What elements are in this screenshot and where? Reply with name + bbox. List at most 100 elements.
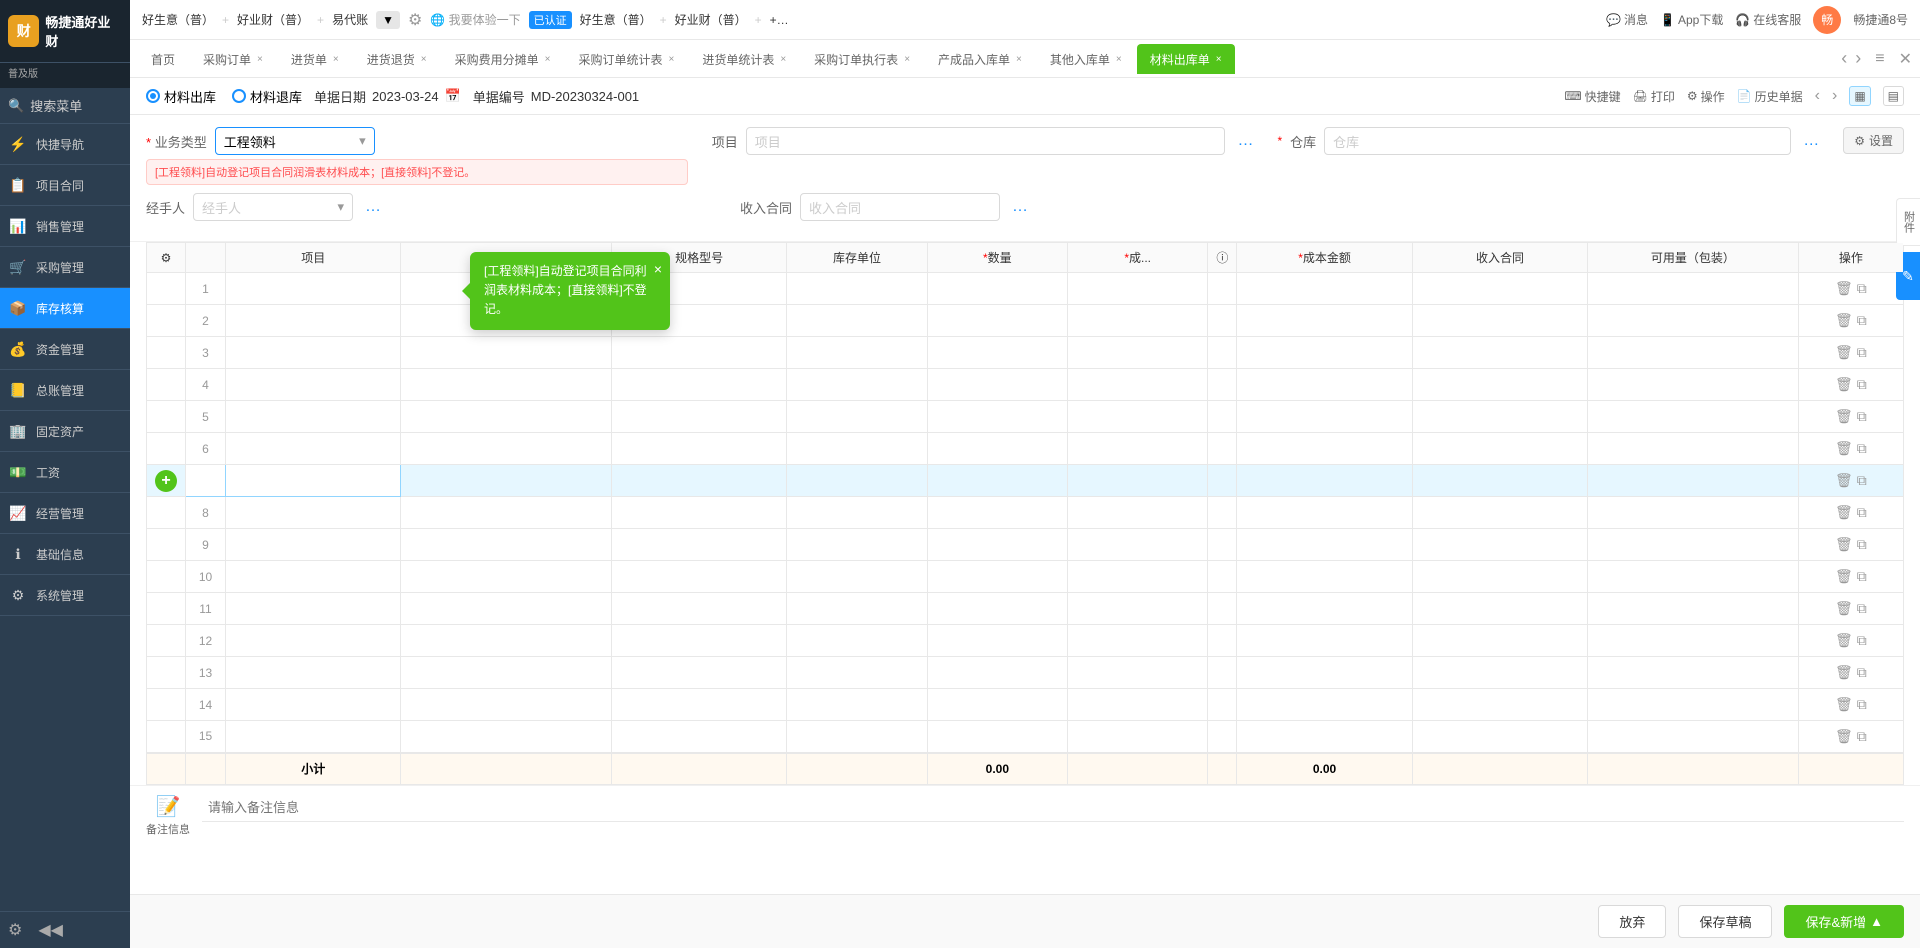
delete-row-5-btn[interactable]: 🗑 [1835,408,1853,425]
delete-row-10-btn[interactable]: 🗑 [1835,568,1853,585]
copy-row-3-btn[interactable]: ⧉ [1857,344,1867,361]
copy-row-1-btn[interactable]: ⧉ [1857,280,1867,297]
discard-btn[interactable]: 放弃 [1598,905,1666,938]
warehouse-input[interactable]: 仓库 [1324,127,1791,155]
th-settings[interactable]: ⚙ [147,243,186,273]
income-contract-more-btn[interactable]: … [1012,199,1028,215]
topbar-item-good-biz[interactable]: 好生意（普） [142,11,214,28]
tab-home[interactable]: 首页 [138,44,188,74]
copy-row-5-btn[interactable]: ⧉ [1857,408,1867,425]
sidebar-item-shortcut[interactable]: ⚡ 快捷导航 [0,124,130,165]
copy-row-15-btn[interactable]: ⧉ [1857,728,1867,745]
delete-row-2-btn[interactable]: 🗑 [1835,312,1853,329]
topbar-good-finance2[interactable]: 好业财（普） [675,11,747,28]
sidebar-item-finance[interactable]: 💰 资金管理 [0,329,130,370]
try-label[interactable]: 🌐 我要体验一下 [430,11,520,28]
view-grid-btn[interactable]: ▦ [1849,86,1870,106]
delete-row-7-btn[interactable]: 🗑 [1835,472,1853,489]
topbar-expand-btn[interactable]: ▼ [376,11,400,29]
attach-btn[interactable]: 附件 [1896,198,1920,246]
tab-product-in[interactable]: 产成品入库单× [925,44,1035,74]
tab-purchase-exec[interactable]: 采购订单执行表× [801,44,923,74]
topbar-good-biz2[interactable]: 好生意（普） [580,11,652,28]
copy-row-10-btn[interactable]: ⧉ [1857,568,1867,585]
view-list-btn[interactable]: ▤ [1883,86,1904,106]
delete-row-3-btn[interactable]: 🗑 [1835,344,1853,361]
tab-next-btn[interactable]: › [1855,48,1861,69]
cell-income-contract-1[interactable] [1412,273,1587,305]
topbar-item-agent[interactable]: 易代账 [332,11,368,28]
copy-row-7-btn[interactable]: ⧉ [1857,472,1867,489]
tab-material-out[interactable]: 材料出库单× [1137,44,1235,74]
tab-purchase-stats[interactable]: 采购订单统计表× [565,44,687,74]
delete-row-11-btn[interactable]: 🗑 [1835,600,1853,617]
copy-row-2-btn[interactable]: ⧉ [1857,312,1867,329]
tab-close-other-in[interactable]: × [1116,54,1122,65]
user-avatar[interactable]: 畅 [1813,6,1841,34]
sidebar-item-purchase[interactable]: 🛒 采购管理 [0,247,130,288]
tab-goods-stats[interactable]: 进货单统计表× [689,44,799,74]
operation-btn[interactable]: ⚙ 操作 [1687,88,1725,105]
tab-list-btn[interactable]: ≡ [1869,48,1890,70]
sidebar-search[interactable]: 🔍 搜索菜单 [0,88,130,124]
cell-qty-1[interactable] [927,273,1067,305]
app-download-btn[interactable]: 📱 App下载 [1660,11,1723,28]
project-more-btn[interactable]: … [1237,133,1253,149]
delete-row-6-btn[interactable]: 🗑 [1835,440,1853,457]
tab-close-goods-in[interactable]: × [333,54,339,65]
sidebar-item-sales[interactable]: 📊 销售管理 [0,206,130,247]
radio-material-return[interactable]: 材料退库 [232,87,302,106]
warehouse-more-btn[interactable]: … [1803,133,1819,149]
topbar-item-good-finance[interactable]: 好业财（普） [237,11,309,28]
copy-row-8-btn[interactable]: ⧉ [1857,504,1867,521]
copy-row-9-btn[interactable]: ⧉ [1857,536,1867,553]
nav-next-btn[interactable]: › [1832,87,1837,105]
delete-row-15-btn[interactable]: 🗑 [1835,728,1853,745]
sidebar-item-ledger[interactable]: 📒 总账管理 [0,370,130,411]
sidebar-item-inventory[interactable]: 📦 库存核算 [0,288,130,329]
cell-cost-price-1[interactable] [1068,273,1208,305]
tab-close-purchase-fee[interactable]: × [545,54,551,65]
tab-close-product-in[interactable]: × [1016,54,1022,65]
collapse-icon[interactable]: ◀◀ [38,920,63,940]
radio-material-out[interactable]: 材料出库 [146,87,216,106]
business-type-input[interactable]: 工程领料 ▾ [215,127,375,155]
copy-row-4-btn[interactable]: ⧉ [1857,376,1867,393]
project-input[interactable]: 项目 [746,127,1226,155]
tab-other-in[interactable]: 其他入库单× [1037,44,1135,74]
handler-input[interactable]: 经手人 ▾ [193,193,353,221]
number-value[interactable]: MD-20230324-001 [531,89,639,104]
delete-row-13-btn[interactable]: 🗑 [1835,664,1853,681]
copy-row-11-btn[interactable]: ⧉ [1857,600,1867,617]
message-btn[interactable]: 💬 消息 [1606,11,1648,28]
tab-close-purchase-stats[interactable]: × [668,54,674,65]
tab-close-material-out[interactable]: × [1216,54,1222,65]
cell-project-1[interactable] [226,273,401,305]
settings-bottom-icon[interactable]: ⚙ [8,920,22,940]
tab-goods-in[interactable]: 进货单× [278,44,352,74]
print-btn[interactable]: 🖨 打印 [1633,88,1675,105]
income-contract-input[interactable]: 收入合同 [800,193,1000,221]
delete-row-9-btn[interactable]: 🗑 [1835,536,1853,553]
handler-more-btn[interactable]: … [365,199,381,215]
remarks-input[interactable] [202,794,1904,822]
tab-close-all-btn[interactable]: ✕ [1899,49,1912,69]
delete-row-8-btn[interactable]: 🗑 [1835,504,1853,521]
tab-close-purchase-order[interactable]: × [257,54,263,65]
tab-goods-return[interactable]: 进货退货× [354,44,440,74]
tab-close-goods-return[interactable]: × [421,54,427,65]
save-draft-btn[interactable]: 保存草稿 [1678,905,1772,938]
cell-cost-amount-1[interactable] [1237,273,1412,305]
save-new-btn[interactable]: 保存&新增 ▲ [1784,905,1904,938]
history-btn[interactable]: 📄 历史单据 [1737,88,1803,105]
tab-prev-btn[interactable]: ‹ [1841,48,1847,69]
sidebar-item-operations[interactable]: 📈 经营管理 [0,493,130,534]
tooltip-close-btn[interactable]: × [654,258,662,280]
copy-row-12-btn[interactable]: ⧉ [1857,632,1867,649]
copy-row-14-btn[interactable]: ⧉ [1857,696,1867,713]
column-settings-btn[interactable]: ⚙ 设置 [1843,127,1904,154]
calendar-icon[interactable]: 📅 [445,88,461,104]
nav-prev-btn[interactable]: ‹ [1815,87,1820,105]
sidebar-item-system[interactable]: ⚙ 系统管理 [0,575,130,616]
sidebar-item-payroll[interactable]: 💵 工资 [0,452,130,493]
